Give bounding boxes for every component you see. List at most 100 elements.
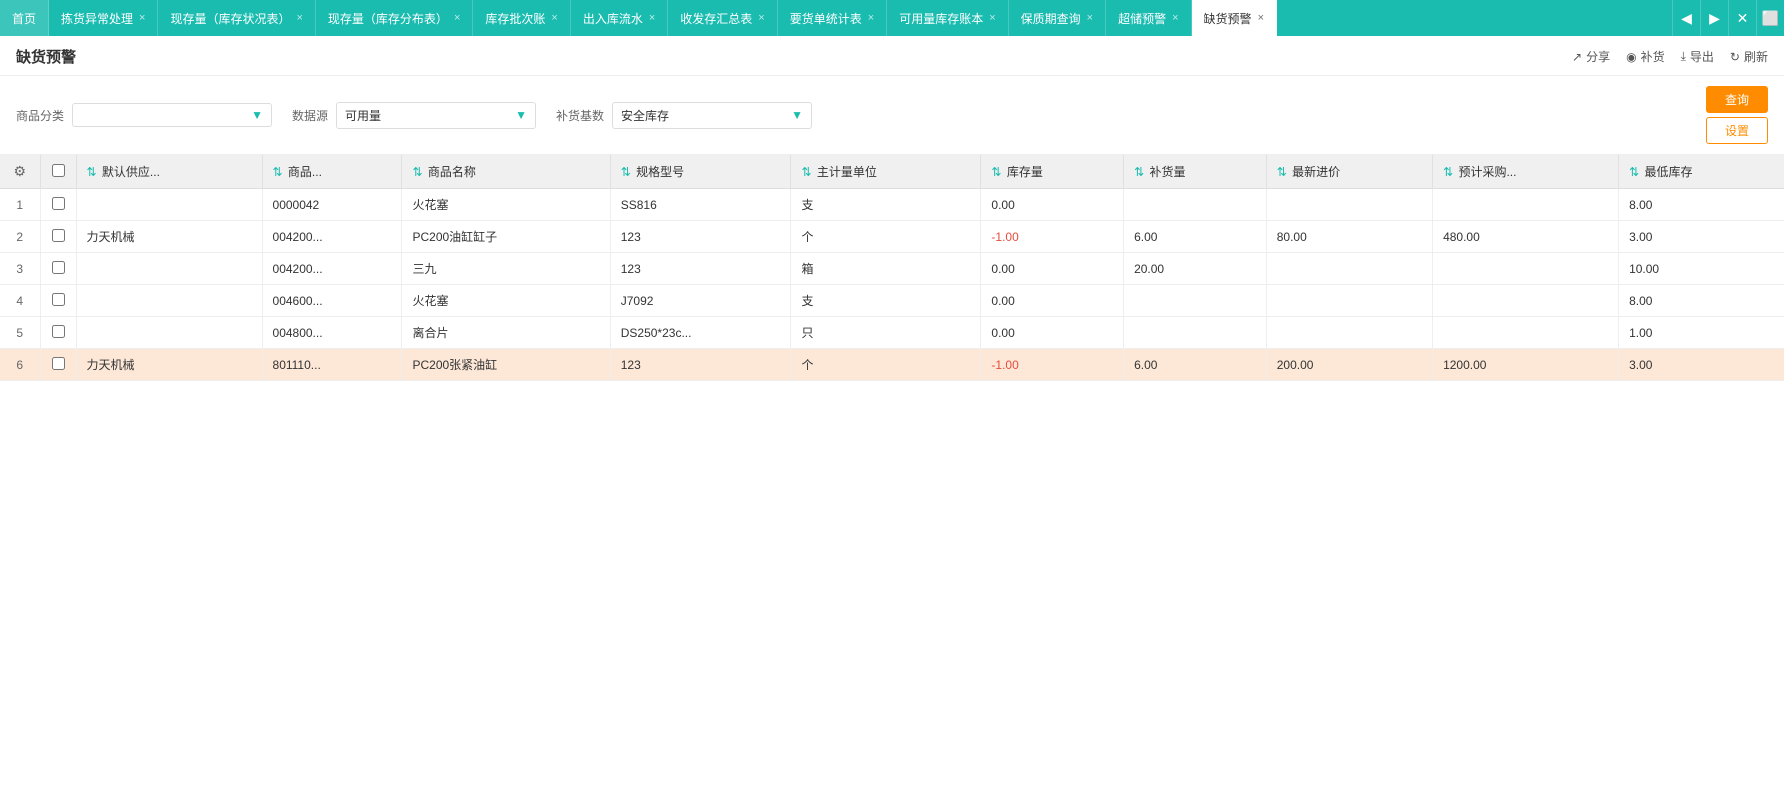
tab-home[interactable]: 首页 xyxy=(0,0,49,36)
row-unit: 只 xyxy=(791,317,981,349)
sort-icon: ⇅ xyxy=(1443,165,1453,179)
tab-expiry-query[interactable]: 保质期查询 × xyxy=(1009,0,1106,36)
category-select[interactable]: ▼ xyxy=(72,103,272,127)
tab-nav-buttons: ◀ ▶ ✕ ⬜ xyxy=(1672,0,1784,36)
close-icon[interactable]: × xyxy=(454,12,460,24)
refresh-icon: ↻ xyxy=(1730,50,1740,64)
row-checkbox-cell[interactable] xyxy=(40,285,76,317)
close-icon[interactable]: × xyxy=(1087,12,1093,24)
close-icon[interactable]: × xyxy=(139,12,145,24)
row-min-stock: 10.00 xyxy=(1619,253,1784,285)
tab-receive-summary[interactable]: 收发存汇总表 × xyxy=(668,0,777,36)
row-checkbox-cell[interactable] xyxy=(40,253,76,285)
column-supplier: ⇅ 默认供应... xyxy=(76,155,262,189)
row-min-stock: 8.00 xyxy=(1619,189,1784,221)
restock-base-label: 补货基数 xyxy=(556,107,604,124)
row-checkbox-cell[interactable] xyxy=(40,317,76,349)
row-latest-price: 200.00 xyxy=(1266,349,1432,381)
main-content: 缺货预警 ↗ 分享 ◉ 补货 ⤓ 导出 ↻ 刷新 商品分类 xyxy=(0,36,1784,796)
column-min-stock: ⇅ 最低库存 xyxy=(1619,155,1784,189)
close-icon[interactable]: × xyxy=(989,12,995,24)
close-icon[interactable]: × xyxy=(551,12,557,24)
row-goods-code: 004600... xyxy=(262,285,402,317)
restock-base-select[interactable]: 安全库存 ▼ xyxy=(612,102,812,129)
close-icon[interactable]: × xyxy=(649,12,655,24)
share-button[interactable]: ↗ 分享 xyxy=(1572,48,1610,65)
restock-base-value: 安全库存 xyxy=(621,107,669,124)
row-checkbox[interactable] xyxy=(52,197,65,210)
row-restock-qty: 6.00 xyxy=(1124,221,1267,253)
tab-inventory-status[interactable]: 现存量（库存状况表） × xyxy=(158,0,315,36)
row-min-stock: 3.00 xyxy=(1619,349,1784,381)
tab-prev-button[interactable]: ◀ xyxy=(1672,0,1700,36)
row-supplier xyxy=(76,189,262,221)
page-header: 缺货预警 ↗ 分享 ◉ 补货 ⤓ 导出 ↻ 刷新 xyxy=(0,36,1784,76)
row-stock: -1.00 xyxy=(981,349,1124,381)
export-button[interactable]: ⤓ 导出 xyxy=(1681,48,1714,65)
table-row: 2 力天机械 004200... PC200油缸缸子 123 个 -1.00 6… xyxy=(0,221,1784,253)
column-goods-name: ⇅ 商品名称 xyxy=(402,155,610,189)
query-button[interactable]: 查询 xyxy=(1706,86,1768,113)
row-checkbox[interactable] xyxy=(52,357,65,370)
row-goods-name: PC200张紧油缸 xyxy=(402,349,610,381)
row-spec: J7092 xyxy=(610,285,791,317)
tab-next-button[interactable]: ▶ xyxy=(1700,0,1728,36)
row-supplier xyxy=(76,285,262,317)
row-checkbox[interactable] xyxy=(52,229,65,242)
settings-button[interactable]: 设置 xyxy=(1706,117,1768,144)
row-spec: SS816 xyxy=(610,189,791,221)
row-spec: 123 xyxy=(610,221,791,253)
row-goods-code: 0000042 xyxy=(262,189,402,221)
tab-inventory-dist[interactable]: 现存量（库存分布表） × xyxy=(316,0,473,36)
row-checkbox-cell[interactable] xyxy=(40,189,76,221)
row-stock: 0.00 xyxy=(981,189,1124,221)
close-icon[interactable]: × xyxy=(1172,12,1178,24)
table-row: 1 0000042 火花塞 SS816 支 0.00 8.00 xyxy=(0,189,1784,221)
restock-button[interactable]: ◉ 补货 xyxy=(1626,48,1665,65)
row-latest-price xyxy=(1266,189,1432,221)
tab-close-button[interactable]: ✕ xyxy=(1728,0,1756,36)
gear-icon[interactable]: ⚙ xyxy=(13,163,26,179)
datasource-select[interactable]: 可用量 ▼ xyxy=(336,102,536,129)
tab-available-ledger[interactable]: 可用量库存账本 × xyxy=(887,0,1008,36)
tab-overstock[interactable]: 超储预警 × xyxy=(1106,0,1191,36)
close-icon[interactable]: × xyxy=(296,12,302,24)
tab-abnormal[interactable]: 拣货异常处理 × xyxy=(49,0,158,36)
tab-order-stats[interactable]: 要货单统计表 × xyxy=(778,0,887,36)
close-icon[interactable]: × xyxy=(758,12,764,24)
row-checkbox[interactable] xyxy=(52,293,65,306)
shortage-table: ⚙ ⇅ 默认供应... ⇅ 商品... ⇅ 商品名称 xyxy=(0,155,1784,381)
tab-shortage[interactable]: 缺货预警 × xyxy=(1192,0,1277,36)
row-supplier xyxy=(76,317,262,349)
tab-maximize-button[interactable]: ⬜ xyxy=(1756,0,1784,36)
row-number: 4 xyxy=(0,285,40,317)
row-stock: 0.00 xyxy=(981,285,1124,317)
sort-icon: ⇅ xyxy=(412,165,422,179)
row-checkbox-cell[interactable] xyxy=(40,349,76,381)
column-goods-code: ⇅ 商品... xyxy=(262,155,402,189)
page-title: 缺货预警 xyxy=(16,46,76,67)
column-unit: ⇅ 主计量单位 xyxy=(791,155,981,189)
close-icon[interactable]: × xyxy=(868,12,874,24)
row-spec: 123 xyxy=(610,253,791,285)
row-est-purchase xyxy=(1433,189,1619,221)
restock-base-filter-group: 补货基数 安全库存 ▼ xyxy=(556,102,812,129)
tab-inout-flow[interactable]: 出入库流水 × xyxy=(571,0,668,36)
share-icon: ↗ xyxy=(1572,50,1582,64)
column-settings[interactable]: ⚙ xyxy=(0,155,40,189)
row-checkbox[interactable] xyxy=(52,325,65,338)
sort-icon: ⇅ xyxy=(1629,165,1639,179)
row-spec: 123 xyxy=(610,349,791,381)
refresh-button[interactable]: ↻ 刷新 xyxy=(1730,48,1768,65)
close-icon[interactable]: × xyxy=(1258,12,1264,24)
select-all-checkbox[interactable] xyxy=(52,164,65,177)
row-checkbox-cell[interactable] xyxy=(40,221,76,253)
column-stock: ⇅ 库存量 xyxy=(981,155,1124,189)
tab-batch-account[interactable]: 库存批次账 × xyxy=(473,0,570,36)
row-checkbox[interactable] xyxy=(52,261,65,274)
datasource-value: 可用量 xyxy=(345,107,381,124)
row-est-purchase xyxy=(1433,253,1619,285)
row-unit: 箱 xyxy=(791,253,981,285)
category-filter-group: 商品分类 ▼ xyxy=(16,103,272,127)
row-stock: -1.00 xyxy=(981,221,1124,253)
